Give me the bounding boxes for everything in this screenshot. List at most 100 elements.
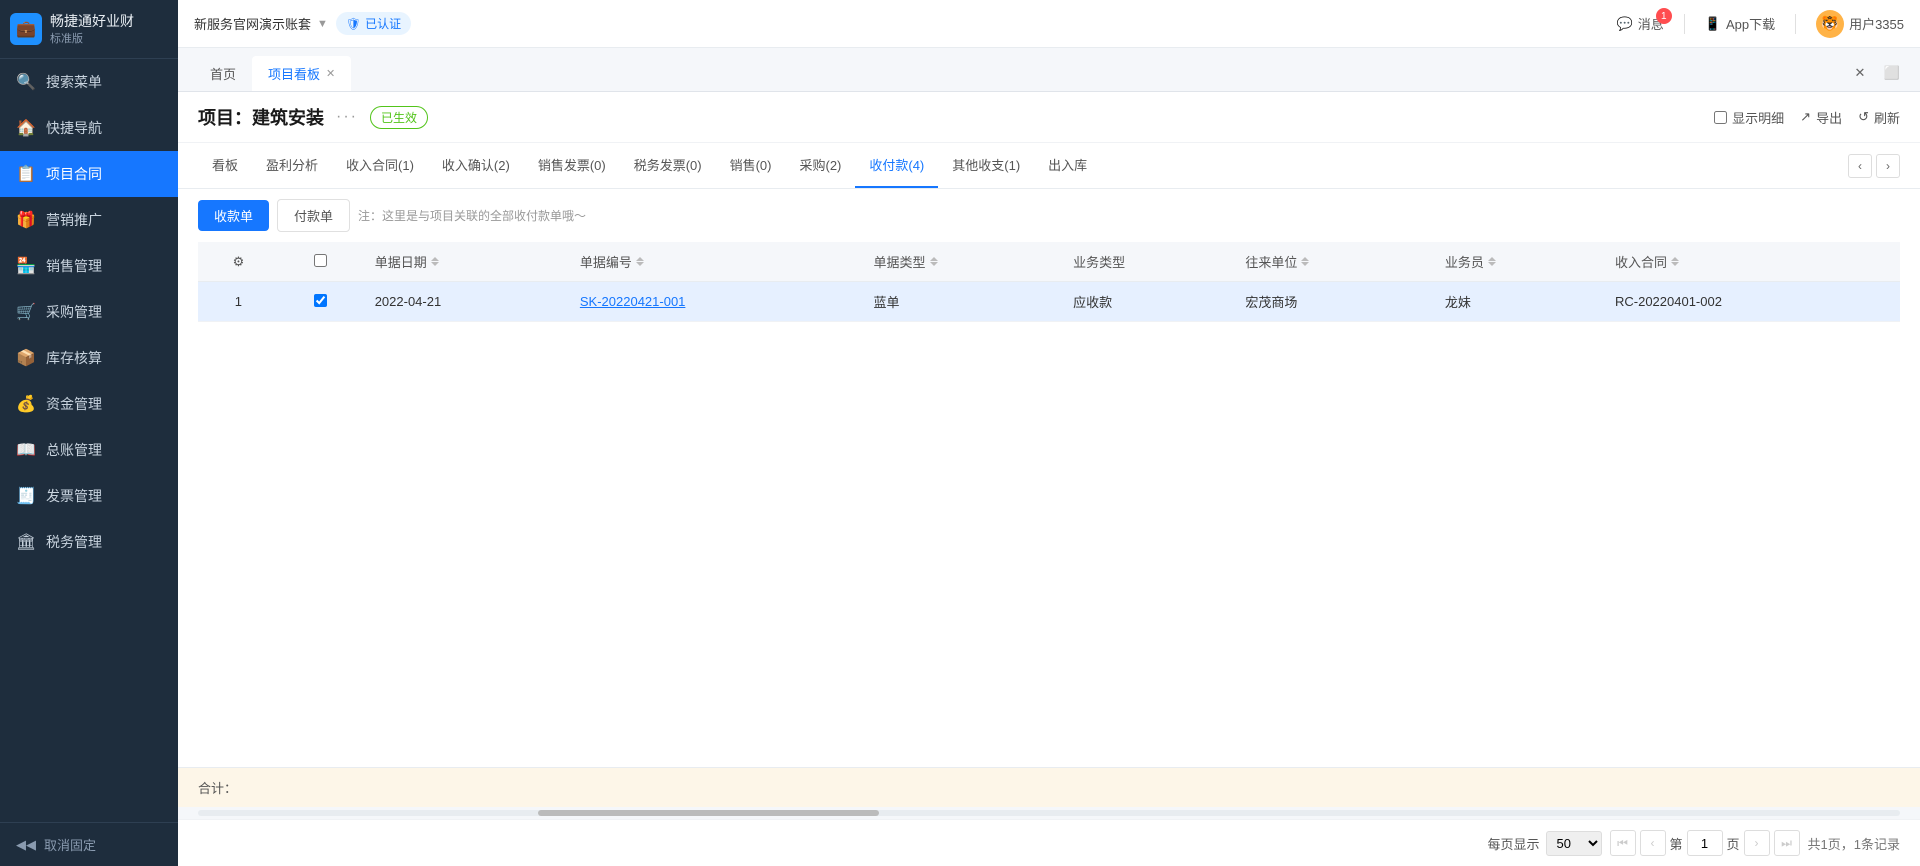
- col-date[interactable]: 单据日期: [363, 242, 568, 282]
- refresh-icon: ↺: [1858, 109, 1869, 125]
- last-page-button[interactable]: ⏭: [1774, 830, 1800, 856]
- app-download-label: App下载: [1726, 14, 1775, 33]
- subtab-prev-button[interactable]: ‹: [1848, 154, 1872, 178]
- select-all-checkbox[interactable]: [314, 254, 327, 267]
- tabbar-controls: ✕ ⬜: [1848, 61, 1904, 91]
- tab-home[interactable]: 首页: [194, 56, 252, 91]
- subtab-next-button[interactable]: ›: [1876, 154, 1900, 178]
- refresh-button[interactable]: ↺ 刷新: [1858, 108, 1900, 127]
- row-checkbox[interactable]: [279, 282, 363, 322]
- subtab-purchase[interactable]: 采购(2): [785, 143, 855, 188]
- tab-close-icon[interactable]: ✕: [326, 67, 335, 80]
- col-number[interactable]: 单据编号: [568, 242, 862, 282]
- logo-icon: 💼: [10, 13, 42, 45]
- maximize-button[interactable]: ⬜: [1880, 61, 1904, 85]
- tab-project-board[interactable]: 项目看板 ✕: [252, 56, 351, 91]
- settings-icon[interactable]: ⚙: [233, 254, 245, 269]
- message-icon: 💬: [1617, 16, 1633, 32]
- inner-tab-note: 注：这里是与项目关联的全部收付款单哦～: [358, 207, 586, 224]
- project-name: 建筑安装: [252, 108, 324, 128]
- row-number[interactable]: SK-20220421-001: [568, 282, 862, 322]
- more-options-button[interactable]: ···: [336, 108, 358, 126]
- col-salesman-sort[interactable]: 业务员: [1445, 252, 1496, 271]
- col-income-contract-sort[interactable]: 收入合同: [1615, 252, 1679, 271]
- table-row[interactable]: 1 2022-04-21 SK-20220421-001 蓝单 应收款 宏茂商场…: [198, 282, 1900, 322]
- sidebar-logo: 💼 畅捷通好业财 标准版: [0, 0, 178, 59]
- subtab-sales[interactable]: 销售(0): [716, 143, 786, 188]
- subtab-profit[interactable]: 盈利分析: [252, 143, 332, 188]
- show-detail-checkbox[interactable]: [1714, 111, 1727, 124]
- prev-page-button[interactable]: ‹: [1640, 830, 1666, 856]
- sidebar-item-ledger[interactable]: 📖 总账管理: [0, 427, 178, 473]
- show-detail-toggle[interactable]: 显示明细: [1714, 108, 1784, 127]
- topbar-left: 新服务官网演示账套 ▼ 🛡 已认证: [194, 12, 411, 35]
- row-type: 蓝单: [862, 282, 1062, 322]
- app-download-button[interactable]: 📱 App下载: [1705, 14, 1775, 33]
- unpin-button[interactable]: ◀◀ 取消固定: [0, 822, 178, 866]
- col-income-contract[interactable]: 收入合同: [1603, 242, 1900, 282]
- sidebar-item-search[interactable]: 🔍 搜索菜单: [0, 59, 178, 105]
- subtab-sales-invoice[interactable]: 销售发票(0): [524, 143, 620, 188]
- inner-tab-receipt[interactable]: 收款单: [198, 200, 269, 231]
- sidebar-item-label: 项目合同: [46, 164, 102, 184]
- sort-icon: [1488, 257, 1496, 266]
- per-page-selector[interactable]: 每页显示 50 10 20 100: [1487, 831, 1601, 856]
- close-tab-button[interactable]: ✕: [1848, 61, 1872, 85]
- table-footer: 合计：: [178, 767, 1920, 807]
- sort-icon: [636, 257, 644, 266]
- per-page-select[interactable]: 50 10 20 100: [1546, 831, 1602, 856]
- scrollbar-track[interactable]: [198, 810, 1900, 816]
- subtab-receipt-payment[interactable]: 收付款(4): [855, 143, 938, 188]
- project-prefix: 项目：: [198, 108, 252, 128]
- export-button[interactable]: ↗ 导出: [1800, 108, 1842, 127]
- row-partner: 宏茂商场: [1233, 282, 1433, 322]
- row-index: 1: [198, 282, 279, 322]
- inner-tab-payment[interactable]: 付款单: [277, 199, 350, 232]
- user-menu[interactable]: 🐯 用户3355: [1816, 10, 1904, 38]
- horizontal-scrollbar[interactable]: [178, 807, 1920, 819]
- col-partner-sort[interactable]: 往来单位: [1245, 252, 1309, 271]
- col-partner[interactable]: 往来单位: [1233, 242, 1433, 282]
- message-button[interactable]: 💬 消息 1: [1617, 14, 1664, 33]
- row-date: 2022-04-21: [363, 282, 568, 322]
- subtab-income-confirm[interactable]: 收入确认(2): [428, 143, 524, 188]
- row-select-checkbox[interactable]: [314, 294, 327, 307]
- demo-account-selector[interactable]: 新服务官网演示账套 ▼: [194, 14, 328, 33]
- sidebar-item-tax[interactable]: 🏛 税务管理: [0, 519, 178, 565]
- subtab-in-out[interactable]: 出入库: [1034, 143, 1101, 188]
- subtab-dashboard[interactable]: 看板: [198, 143, 252, 188]
- sidebar-item-marketing[interactable]: 🎁 营销推广: [0, 197, 178, 243]
- col-salesman[interactable]: 业务员: [1433, 242, 1603, 282]
- sidebar-item-quick-nav[interactable]: 🏠 快捷导航: [0, 105, 178, 151]
- col-type[interactable]: 单据类型: [862, 242, 1062, 282]
- pagination: 每页显示 50 10 20 100 ⏮ ‹ 第 页 › ⏭ 共1页，1条记录: [178, 819, 1920, 866]
- divider: [1684, 14, 1685, 34]
- topbar-right: 💬 消息 1 📱 App下载 🐯 用户3355: [1617, 10, 1904, 38]
- subtab-income-contract[interactable]: 收入合同(1): [332, 143, 428, 188]
- row-number-link[interactable]: SK-20220421-001: [580, 294, 686, 309]
- unpin-label: 取消固定: [44, 835, 96, 854]
- cart-icon: 🛒: [16, 302, 36, 322]
- sidebar-item-project-contract[interactable]: 📋 项目合同: [0, 151, 178, 197]
- sidebar-item-fund[interactable]: 💰 资金管理: [0, 381, 178, 427]
- col-checkbox[interactable]: [279, 242, 363, 282]
- sidebar-item-purchase[interactable]: 🛒 采购管理: [0, 289, 178, 335]
- col-date-sort[interactable]: 单据日期: [375, 252, 439, 271]
- subtab-other-income[interactable]: 其他收支(1): [938, 143, 1034, 188]
- home-icon: 🏠: [16, 118, 36, 138]
- sidebar-item-sales[interactable]: 🏪 销售管理: [0, 243, 178, 289]
- page-nav: ⏮ ‹ 第 页 › ⏭: [1610, 830, 1800, 856]
- col-number-sort[interactable]: 单据编号: [580, 252, 644, 271]
- first-page-button[interactable]: ⏮: [1610, 830, 1636, 856]
- page-input[interactable]: [1687, 830, 1723, 856]
- topbar: 新服务官网演示账套 ▼ 🛡 已认证 💬 消息 1 📱 App下载 🐯 用: [178, 0, 1920, 48]
- next-page-button[interactable]: ›: [1744, 830, 1770, 856]
- table-wrap: ⚙ 单据日期 单据编号: [178, 242, 1920, 767]
- sidebar-item-inventory[interactable]: 📦 库存核算: [0, 335, 178, 381]
- sidebar-item-invoice[interactable]: 🧾 发票管理: [0, 473, 178, 519]
- scrollbar-thumb[interactable]: [538, 810, 878, 816]
- col-type-sort[interactable]: 单据类型: [874, 252, 938, 271]
- subtab-tax-invoice[interactable]: 税务发票(0): [620, 143, 716, 188]
- dropdown-arrow-icon: ▼: [317, 18, 328, 30]
- col-settings[interactable]: ⚙: [198, 242, 279, 282]
